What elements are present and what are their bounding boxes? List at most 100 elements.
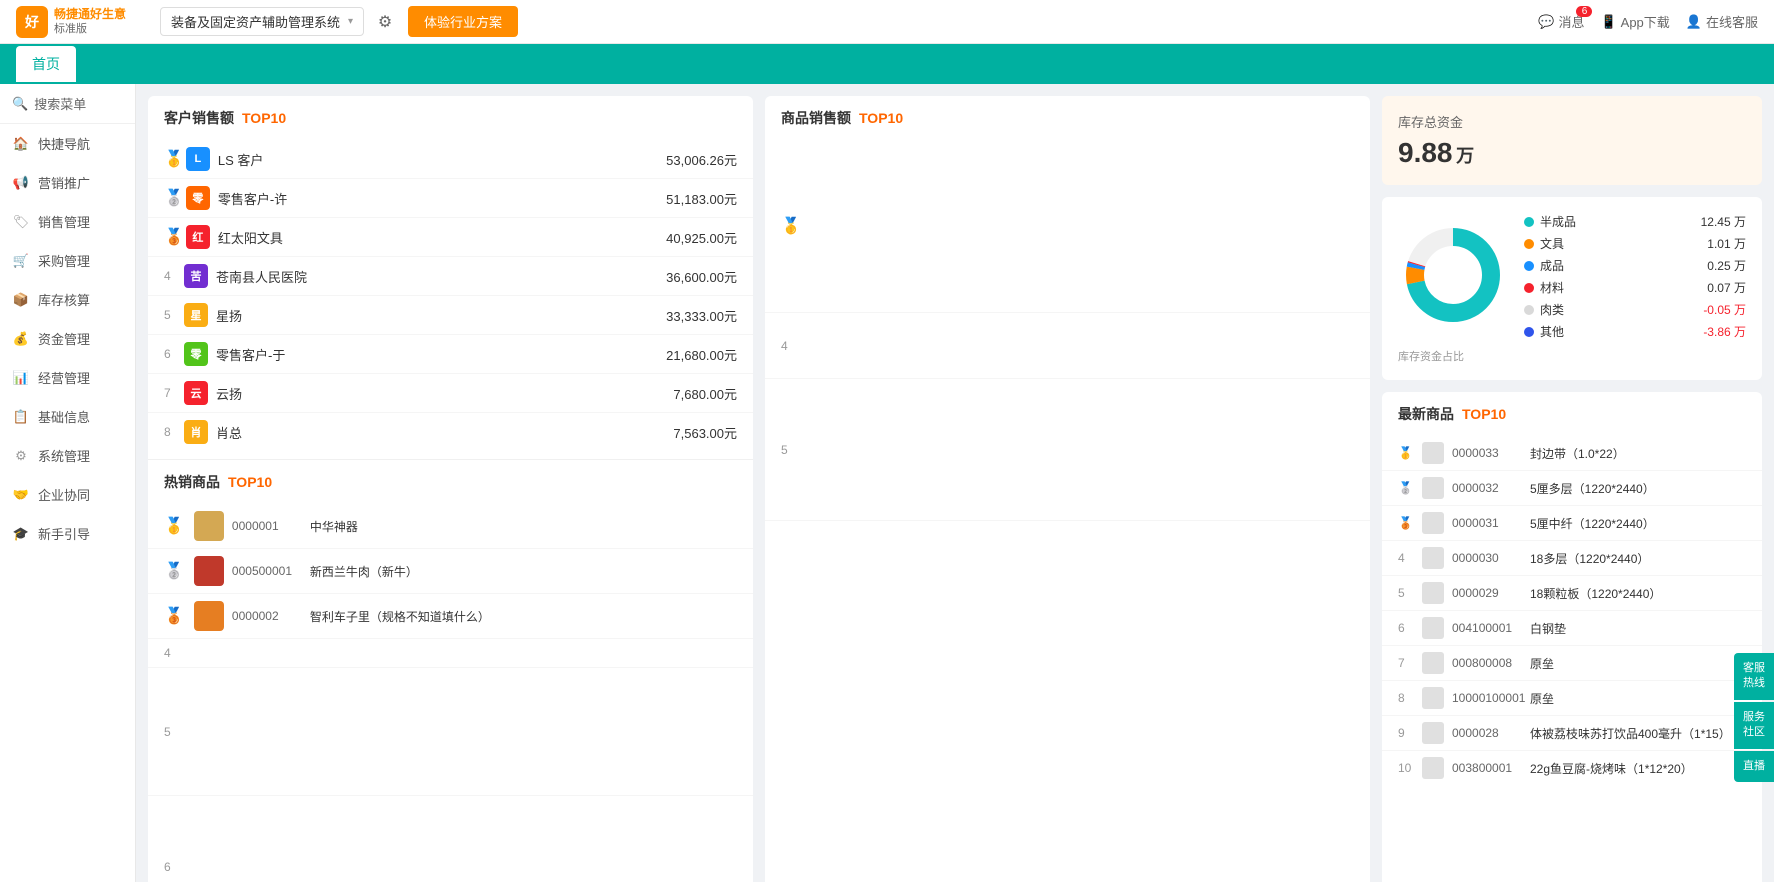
settings-icon[interactable]: ⚙ xyxy=(370,7,400,37)
right-panel: 库存总资金 9.88 万 xyxy=(1382,96,1762,882)
sidebar-item-system[interactable]: ⚙ 系统管理 xyxy=(0,436,135,475)
customer-list: 🥇 L LS 客户 53,006.26元 🥈 零 零售客户-许 51,183.0… xyxy=(148,140,753,451)
sales-icon: 🏷 xyxy=(12,213,30,231)
donut-chart xyxy=(1398,220,1508,333)
basics-icon: 📋 xyxy=(12,408,30,426)
avatar: 苦 xyxy=(184,264,208,288)
customer-card-header: 客户销售额 TOP10 xyxy=(148,96,753,140)
legend-dot xyxy=(1524,261,1534,271)
sidebar-item-quicknav[interactable]: 🏠 快捷导航 xyxy=(0,124,135,163)
collab-icon: 🤝 xyxy=(12,486,30,504)
chart-legend: 半成品 12.45 万 文具 1.01 万 xyxy=(1524,213,1746,340)
customer-service-button[interactable]: 客服 热线 xyxy=(1734,653,1774,700)
product-icon xyxy=(1422,757,1444,779)
sidebar-item-purchase[interactable]: 🛒 采购管理 xyxy=(0,241,135,280)
list-item: 4 0000030 18多层（1220*2440） xyxy=(1382,541,1762,576)
inventory-icon: 📦 xyxy=(12,291,30,309)
live-button[interactable]: 直播 xyxy=(1734,751,1774,782)
list-item: 🥈 000500001 新西兰牛肉（新牛） xyxy=(148,549,753,594)
messages-button[interactable]: 💬 消息 6 xyxy=(1538,12,1584,31)
list-item: 🥉 0000002 智利车子里（规格不知道填什么） xyxy=(148,594,753,639)
bronze-medal-icon: 🥉 xyxy=(164,606,184,626)
list-item: 6 LA-056-1A 056-1A白色按键开关盖ABS 3壳 xyxy=(148,796,753,882)
product-thumbnail xyxy=(194,601,224,631)
app-download-button[interactable]: 📱 App下载 xyxy=(1600,12,1669,31)
sidebar-item-guide[interactable]: 🎓 新手引导 xyxy=(0,514,135,553)
table-row: 🥈 零 零售客户-许 51,183.00元 xyxy=(148,179,753,218)
phone-icon: 📱 xyxy=(1600,14,1616,30)
list-item: 🥇 0000033 封边带（1.0*22） xyxy=(1382,436,1762,471)
list-item: 🥈 0000032 5厘多层（1220*2440） xyxy=(1382,471,1762,506)
sidebar-item-collab[interactable]: 🤝 企业协同 xyxy=(0,475,135,514)
latest-products-card: 最新商品 TOP10 🥇 0000033 封边带（1.0*22） xyxy=(1382,392,1762,882)
product-thumbnail xyxy=(194,511,224,541)
system-icon: ⚙ xyxy=(12,447,30,465)
sidebar-item-finance[interactable]: 💰 资金管理 xyxy=(0,319,135,358)
gold-medal-icon: 🥇 xyxy=(164,149,184,169)
legend-item: 半成品 12.45 万 xyxy=(1524,213,1746,230)
logo-icon: 好 xyxy=(16,6,48,38)
table-row: 6 零 零售客户-于 21,680.00元 xyxy=(148,335,753,374)
silver-medal-icon: 🥈 xyxy=(164,561,184,581)
community-button[interactable]: 服务 社区 xyxy=(1734,702,1774,749)
sidebar-item-sales[interactable]: 🏷 销售管理 xyxy=(0,202,135,241)
avatar: 零 xyxy=(186,186,210,210)
stock-total-label: 库存总资金 xyxy=(1398,112,1746,131)
stock-total-value: 9.88 万 xyxy=(1398,137,1746,169)
trial-button[interactable]: 体验行业方案 xyxy=(408,6,518,37)
messages-badge: 6 xyxy=(1576,6,1592,17)
legend-dot xyxy=(1524,217,1534,227)
sidebar-item-inventory[interactable]: 📦 库存核算 xyxy=(0,280,135,319)
service-icon: 👤 xyxy=(1686,14,1702,30)
product-icon xyxy=(1422,512,1444,534)
sidebar-item-marketing[interactable]: 📢 营销推广 xyxy=(0,163,135,202)
table-row: 7 云 云扬 7,680.00元 xyxy=(148,374,753,413)
gold-medal-icon: 🥇 xyxy=(164,516,184,536)
chevron-down-icon: ▾ xyxy=(348,16,353,27)
product-icon xyxy=(1422,547,1444,569)
latest-products-header: 最新商品 TOP10 xyxy=(1382,392,1762,436)
operations-icon: 📊 xyxy=(12,369,30,387)
sidebar-item-operations[interactable]: 📊 经营管理 xyxy=(0,358,135,397)
table-row: 8 肖 肖总 7,563.00元 xyxy=(148,413,753,451)
list-item: 9 0000028 体被荔枝味苏打饮品400毫升（1*15） xyxy=(1382,716,1762,751)
sidebar-item-basics[interactable]: 📋 基础信息 xyxy=(0,397,135,436)
list-item: 4 001000002 雪地靴 xyxy=(765,313,1370,379)
message-icon: 💬 xyxy=(1538,14,1554,30)
legend-dot xyxy=(1524,283,1534,293)
home-icon: 🏠 xyxy=(12,135,30,153)
chart-caption: 库存资金占比 xyxy=(1398,348,1746,364)
legend-dot xyxy=(1524,239,1534,249)
main-content: 客户销售额 TOP10 🥇 L LS 客户 53,006.26元 🥈 xyxy=(136,84,1774,882)
nav-home[interactable]: 首页 xyxy=(16,46,76,82)
purchase-icon: 🛒 xyxy=(12,252,30,270)
list-item: 8 10000100001 原垒 xyxy=(1382,681,1762,716)
guide-icon: 🎓 xyxy=(12,525,30,543)
hot-products-list: 🥇 0000001 中华神器 🥈 000500001 新西兰牛肉（新牛） xyxy=(148,504,753,882)
marketing-icon: 📢 xyxy=(12,174,30,192)
product-icon xyxy=(1422,442,1444,464)
donut-area: 半成品 12.45 万 文具 1.01 万 xyxy=(1398,213,1746,340)
top-right-area: 💬 消息 6 📱 App下载 👤 在线客服 xyxy=(1538,12,1758,31)
avatar: 零 xyxy=(184,342,208,366)
list-item: 4 01 45# xyxy=(148,639,753,668)
list-item: 🥇 0000001 中华神器 xyxy=(148,504,753,549)
product-icon xyxy=(1422,582,1444,604)
product-thumbnail xyxy=(194,556,224,586)
online-service-button[interactable]: 👤 在线客服 xyxy=(1686,12,1758,31)
legend-item: 其他 -3.86 万 xyxy=(1524,323,1746,340)
list-item: 5 0000029 18颗粒板（1220*2440） xyxy=(1382,576,1762,611)
latest-products-list: 🥇 0000033 封边带（1.0*22） 🥈 0000032 5厘多层（122… xyxy=(1382,436,1762,785)
avatar: 红 xyxy=(186,225,210,249)
list-item: 5 LA-056-1B 056-1B白色按键开关壳ABS2壳 xyxy=(148,668,753,796)
finance-icon: 💰 xyxy=(12,330,30,348)
table-row: 🥇 L LS 客户 53,006.26元 xyxy=(148,140,753,179)
legend-item: 肉类 -0.05 万 xyxy=(1524,301,1746,318)
search-menu-item[interactable]: 🔍 搜索菜单 xyxy=(0,84,135,124)
system-selector[interactable]: 装备及固定资产辅助管理系统 ▾ xyxy=(160,7,364,36)
nav-bar: 首页 xyxy=(0,44,1774,84)
bronze-medal-icon: 🥉 xyxy=(164,227,184,247)
customer-top10-card: 客户销售额 TOP10 🥇 L LS 客户 53,006.26元 🥈 xyxy=(148,96,753,882)
logo-text: 畅捷通好生意 标准版 xyxy=(54,7,126,37)
list-item: 🥇 LA-089 电池盖 LA-089 ABS本色+黑种 7.1 克 xyxy=(765,140,1370,313)
